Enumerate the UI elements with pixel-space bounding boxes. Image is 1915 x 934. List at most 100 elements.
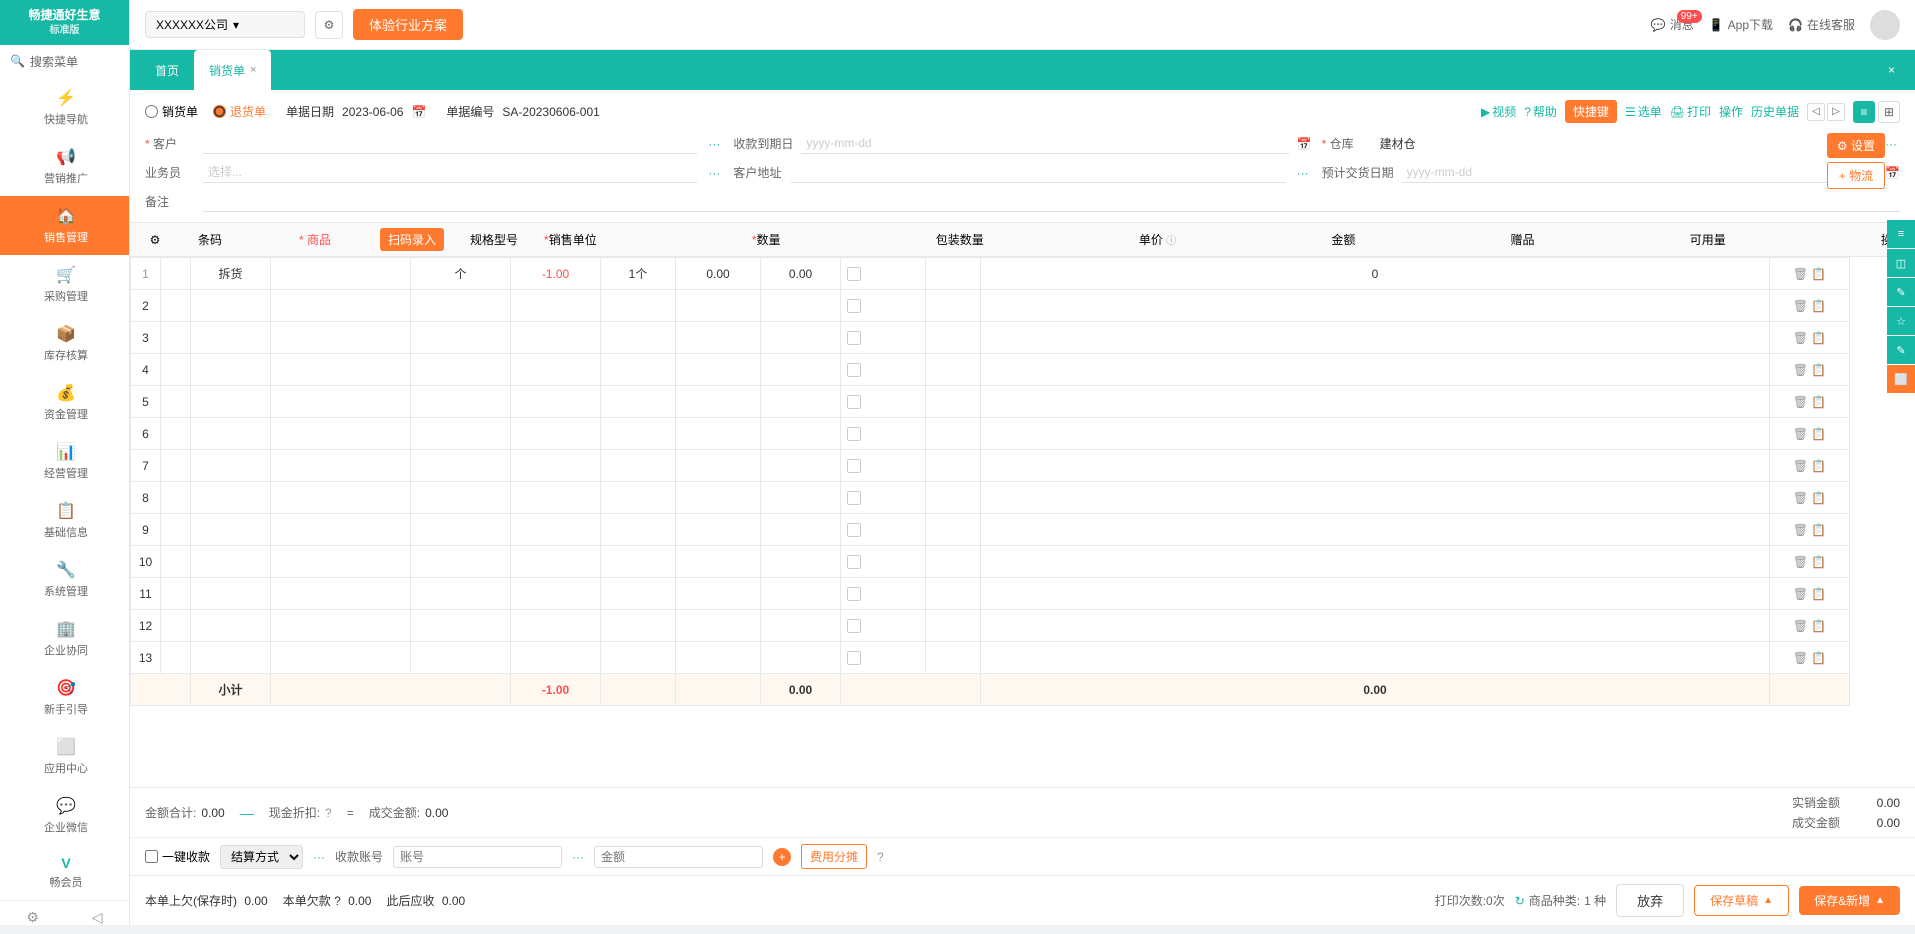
sidebar-item-sales[interactable]: 🏠 销售管理 bbox=[0, 196, 129, 255]
row-qty[interactable] bbox=[511, 386, 601, 418]
settlement-method-select[interactable]: 结算方式 bbox=[220, 845, 303, 869]
expense-button[interactable]: 费用分摊 bbox=[801, 844, 867, 869]
salesperson-dots-button[interactable]: ··· bbox=[705, 166, 723, 180]
tab-home[interactable]: 首页 bbox=[140, 50, 194, 90]
row-price[interactable] bbox=[676, 418, 761, 450]
row-gift[interactable] bbox=[841, 258, 926, 290]
copy-row-icon[interactable]: 📋 bbox=[1811, 395, 1826, 409]
row-remark[interactable] bbox=[926, 322, 981, 354]
row-barcode[interactable] bbox=[161, 354, 191, 386]
next-button[interactable]: ▷ bbox=[1827, 103, 1845, 121]
sidebar-item-system[interactable]: 🔧 系统管理 bbox=[0, 550, 129, 609]
calendar-icon[interactable]: 📅 bbox=[411, 105, 426, 119]
sidebar-item-guide[interactable]: 🎯 新手引导 bbox=[0, 668, 129, 727]
copy-row-icon[interactable]: 📋 bbox=[1811, 267, 1826, 281]
copy-row-icon[interactable]: 📋 bbox=[1811, 331, 1826, 345]
row-product[interactable] bbox=[191, 546, 271, 578]
grid-view-button[interactable]: ⊞ bbox=[1878, 101, 1900, 123]
row-pkg-qty[interactable] bbox=[601, 546, 676, 578]
amount-input[interactable] bbox=[594, 846, 763, 868]
row-spec[interactable] bbox=[271, 258, 411, 290]
row-spec[interactable] bbox=[271, 610, 411, 642]
trial-button[interactable]: 体验行业方案 bbox=[353, 9, 463, 40]
row-qty[interactable] bbox=[511, 642, 601, 674]
delete-row-icon[interactable]: 🗑 bbox=[1793, 299, 1808, 313]
expected-date-input[interactable] bbox=[1402, 162, 1877, 183]
setup-button[interactable]: ⚙ 设置 bbox=[1827, 133, 1885, 158]
operation-link[interactable]: 操作 bbox=[1719, 103, 1743, 120]
scan-button[interactable]: 扫码录入 bbox=[380, 228, 444, 251]
row-barcode[interactable] bbox=[161, 418, 191, 450]
close-all-tabs-button[interactable]: × bbox=[1878, 63, 1905, 77]
copy-row-icon[interactable]: 📋 bbox=[1811, 459, 1826, 473]
row-qty[interactable] bbox=[511, 610, 601, 642]
delete-row-icon[interactable]: 🗑 bbox=[1793, 267, 1808, 281]
row-product[interactable] bbox=[191, 354, 271, 386]
delete-row-icon[interactable]: 🗑 bbox=[1793, 491, 1808, 505]
customer-address-input[interactable] bbox=[791, 162, 1285, 183]
row-pkg-qty[interactable] bbox=[601, 642, 676, 674]
row-remark[interactable] bbox=[926, 610, 981, 642]
row-pkg-qty[interactable] bbox=[601, 514, 676, 546]
row-price[interactable] bbox=[676, 386, 761, 418]
row-barcode[interactable] bbox=[161, 450, 191, 482]
save-new-button[interactable]: 保存&新增 ▲ bbox=[1799, 886, 1900, 915]
delete-row-icon[interactable]: 🗑 bbox=[1793, 331, 1808, 345]
row-gift[interactable] bbox=[841, 610, 926, 642]
row-barcode[interactable] bbox=[161, 386, 191, 418]
delete-row-icon[interactable]: 🗑 bbox=[1793, 619, 1808, 633]
sidebar-item-marketing[interactable]: 📢 营销推广 bbox=[0, 137, 129, 196]
save-draft-button[interactable]: 保存草稿 ▲ bbox=[1694, 885, 1789, 916]
row-remark[interactable] bbox=[926, 386, 981, 418]
radio-sale-order[interactable]: 销货单 bbox=[145, 103, 198, 120]
float-btn-4[interactable]: ☆ bbox=[1887, 307, 1915, 335]
float-btn-3[interactable]: ✎ bbox=[1887, 278, 1915, 306]
row-product[interactable] bbox=[191, 514, 271, 546]
row-spec[interactable] bbox=[271, 450, 411, 482]
copy-row-icon[interactable]: 📋 bbox=[1811, 491, 1826, 505]
radio-return-input[interactable] bbox=[213, 105, 226, 118]
row-pkg-qty[interactable] bbox=[601, 386, 676, 418]
row-qty[interactable] bbox=[511, 514, 601, 546]
receivable-date-input[interactable] bbox=[801, 133, 1288, 154]
row-unit[interactable] bbox=[411, 546, 511, 578]
row-gift[interactable] bbox=[841, 322, 926, 354]
row-qty[interactable]: -1.00 bbox=[511, 258, 601, 290]
row-unit[interactable] bbox=[411, 354, 511, 386]
row-pkg-qty[interactable] bbox=[601, 450, 676, 482]
row-unit[interactable] bbox=[411, 642, 511, 674]
copy-row-icon[interactable]: 📋 bbox=[1811, 299, 1826, 313]
column-settings-icon[interactable]: ⚙ bbox=[140, 233, 170, 247]
row-barcode[interactable] bbox=[161, 610, 191, 642]
prev-button[interactable]: ◁ bbox=[1807, 103, 1825, 121]
row-price[interactable] bbox=[676, 290, 761, 322]
sidebar-item-wechat[interactable]: 💬 企业微信 bbox=[0, 786, 129, 845]
radio-sale-input[interactable] bbox=[145, 105, 158, 118]
tab-close-icon[interactable]: × bbox=[250, 64, 256, 76]
row-qty[interactable] bbox=[511, 578, 601, 610]
row-gift[interactable] bbox=[841, 578, 926, 610]
row-spec[interactable] bbox=[271, 418, 411, 450]
float-btn-1[interactable]: ≡ bbox=[1887, 220, 1915, 248]
sidebar-item-inventory[interactable]: 📦 库存核算 bbox=[0, 314, 129, 373]
row-unit[interactable] bbox=[411, 290, 511, 322]
row-qty[interactable] bbox=[511, 546, 601, 578]
row-unit[interactable] bbox=[411, 450, 511, 482]
row-gift[interactable] bbox=[841, 514, 926, 546]
radio-return-order[interactable]: 退货单 bbox=[213, 103, 266, 120]
sidebar-item-basic[interactable]: 📋 基础信息 bbox=[0, 491, 129, 550]
row-product[interactable] bbox=[191, 578, 271, 610]
settlement-dots[interactable]: ··· bbox=[313, 850, 325, 864]
row-gift[interactable] bbox=[841, 642, 926, 674]
tab-sale-order[interactable]: 销货单 × bbox=[194, 50, 271, 90]
row-spec[interactable] bbox=[271, 642, 411, 674]
delete-row-icon[interactable]: 🗑 bbox=[1793, 427, 1808, 441]
delete-row-icon[interactable]: 🗑 bbox=[1793, 555, 1808, 569]
sidebar-item-enterprise[interactable]: 🏢 企业协同 bbox=[0, 609, 129, 668]
float-btn-orange[interactable]: ⬜ bbox=[1887, 365, 1915, 393]
row-barcode[interactable] bbox=[161, 514, 191, 546]
delete-row-icon[interactable]: 🗑 bbox=[1793, 587, 1808, 601]
row-product[interactable] bbox=[191, 322, 271, 354]
row-gift[interactable] bbox=[841, 450, 926, 482]
delete-row-icon[interactable]: 🗑 bbox=[1793, 395, 1808, 409]
